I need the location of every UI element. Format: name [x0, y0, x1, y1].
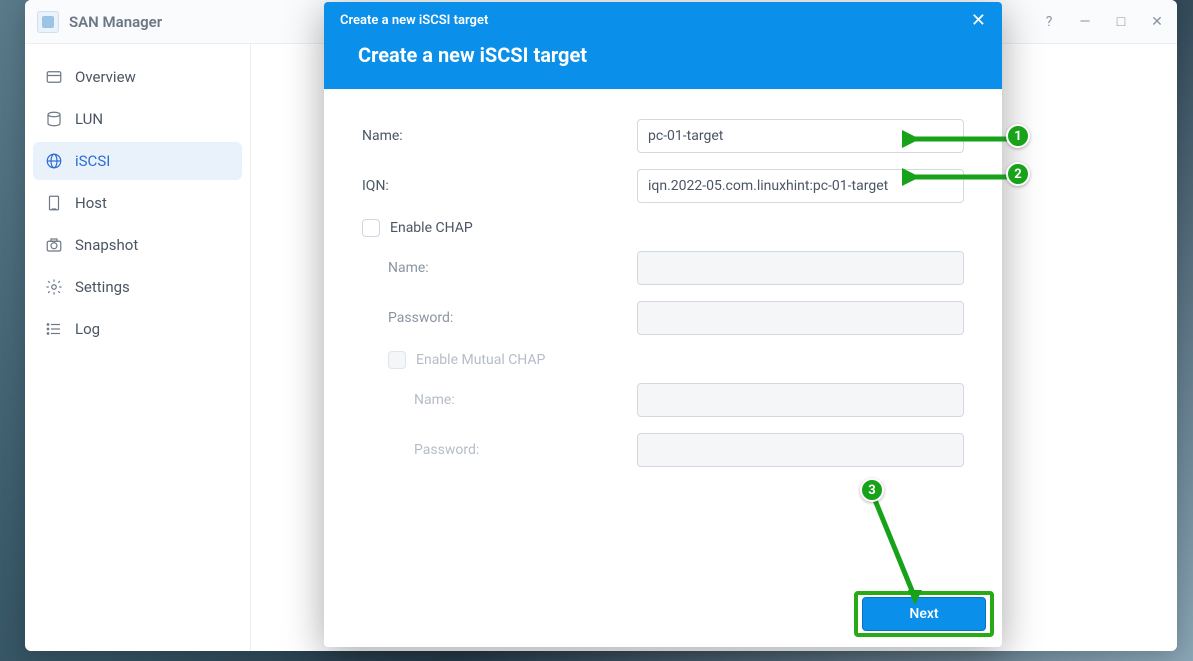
sidebar-item-settings[interactable]: Settings	[33, 268, 242, 306]
sidebar-item-label: Snapshot	[75, 236, 138, 254]
mchap-name-label: Name:	[362, 392, 637, 408]
next-button[interactable]: Next	[862, 597, 986, 631]
name-input[interactable]	[637, 119, 964, 153]
help-icon[interactable]: ?	[1041, 14, 1057, 30]
iqn-input[interactable]	[637, 169, 964, 203]
chap-name-label: Name:	[362, 260, 637, 276]
sidebar-item-host[interactable]: Host	[33, 184, 242, 222]
sidebar-item-lun[interactable]: LUN	[33, 100, 242, 138]
gear-icon	[45, 278, 63, 296]
close-icon[interactable]: ✕	[971, 10, 986, 31]
sidebar-item-label: Host	[75, 194, 107, 212]
sidebar-item-snapshot[interactable]: Snapshot	[33, 226, 242, 264]
sidebar-item-label: Overview	[75, 68, 136, 86]
maximize-icon[interactable]: □	[1113, 14, 1129, 30]
sidebar-item-overview[interactable]: Overview	[33, 58, 242, 96]
enable-mutual-chap-label: Enable Mutual CHAP	[416, 352, 545, 368]
app-icon	[37, 11, 59, 33]
annotation-badge-3: 3	[860, 478, 884, 502]
sidebar-item-label: Settings	[75, 278, 130, 296]
chap-password-label: Password:	[362, 310, 637, 326]
dialog-window-title: Create a new iSCSI target	[340, 13, 488, 28]
name-label: Name:	[362, 128, 637, 144]
dialog-title: Create a new iSCSI target	[324, 39, 1002, 89]
chap-password-input	[637, 301, 964, 335]
annotation-badge-2: 2	[1006, 162, 1030, 186]
enable-chap-label: Enable CHAP	[390, 220, 473, 236]
sidebar: Overview LUN iSCSI Host Snapshot Setting…	[25, 44, 250, 651]
camera-icon	[45, 236, 63, 254]
chap-name-input	[637, 251, 964, 285]
sidebar-item-label: LUN	[75, 110, 103, 128]
dashboard-icon	[45, 68, 63, 86]
database-icon	[45, 110, 63, 128]
list-icon	[45, 320, 63, 338]
iqn-label: IQN:	[362, 178, 637, 194]
dialog-body: Name: IQN: Enable CHAP Name: Password: E…	[324, 89, 1002, 581]
host-icon	[45, 194, 63, 212]
mchap-password-label: Password:	[362, 442, 637, 458]
sidebar-item-label: iSCSI	[75, 152, 110, 170]
sidebar-item-iscsi[interactable]: iSCSI	[33, 142, 242, 180]
enable-chap-checkbox[interactable]	[362, 219, 380, 237]
globe-icon	[45, 152, 63, 170]
close-app-icon[interactable]: ✕	[1149, 14, 1165, 30]
enable-mutual-chap-checkbox	[388, 351, 406, 369]
annotation-badge-1: 1	[1006, 124, 1030, 148]
sidebar-item-label: Log	[75, 320, 100, 338]
dialog-header: Create a new iSCSI target ✕ Create a new…	[324, 2, 1002, 89]
mchap-password-input	[637, 433, 964, 467]
mchap-name-input	[637, 383, 964, 417]
create-iscsi-target-dialog: Create a new iSCSI target ✕ Create a new…	[324, 2, 1002, 647]
sidebar-item-log[interactable]: Log	[33, 310, 242, 348]
minimize-icon[interactable]: —	[1077, 14, 1093, 30]
app-title: SAN Manager	[69, 13, 162, 31]
